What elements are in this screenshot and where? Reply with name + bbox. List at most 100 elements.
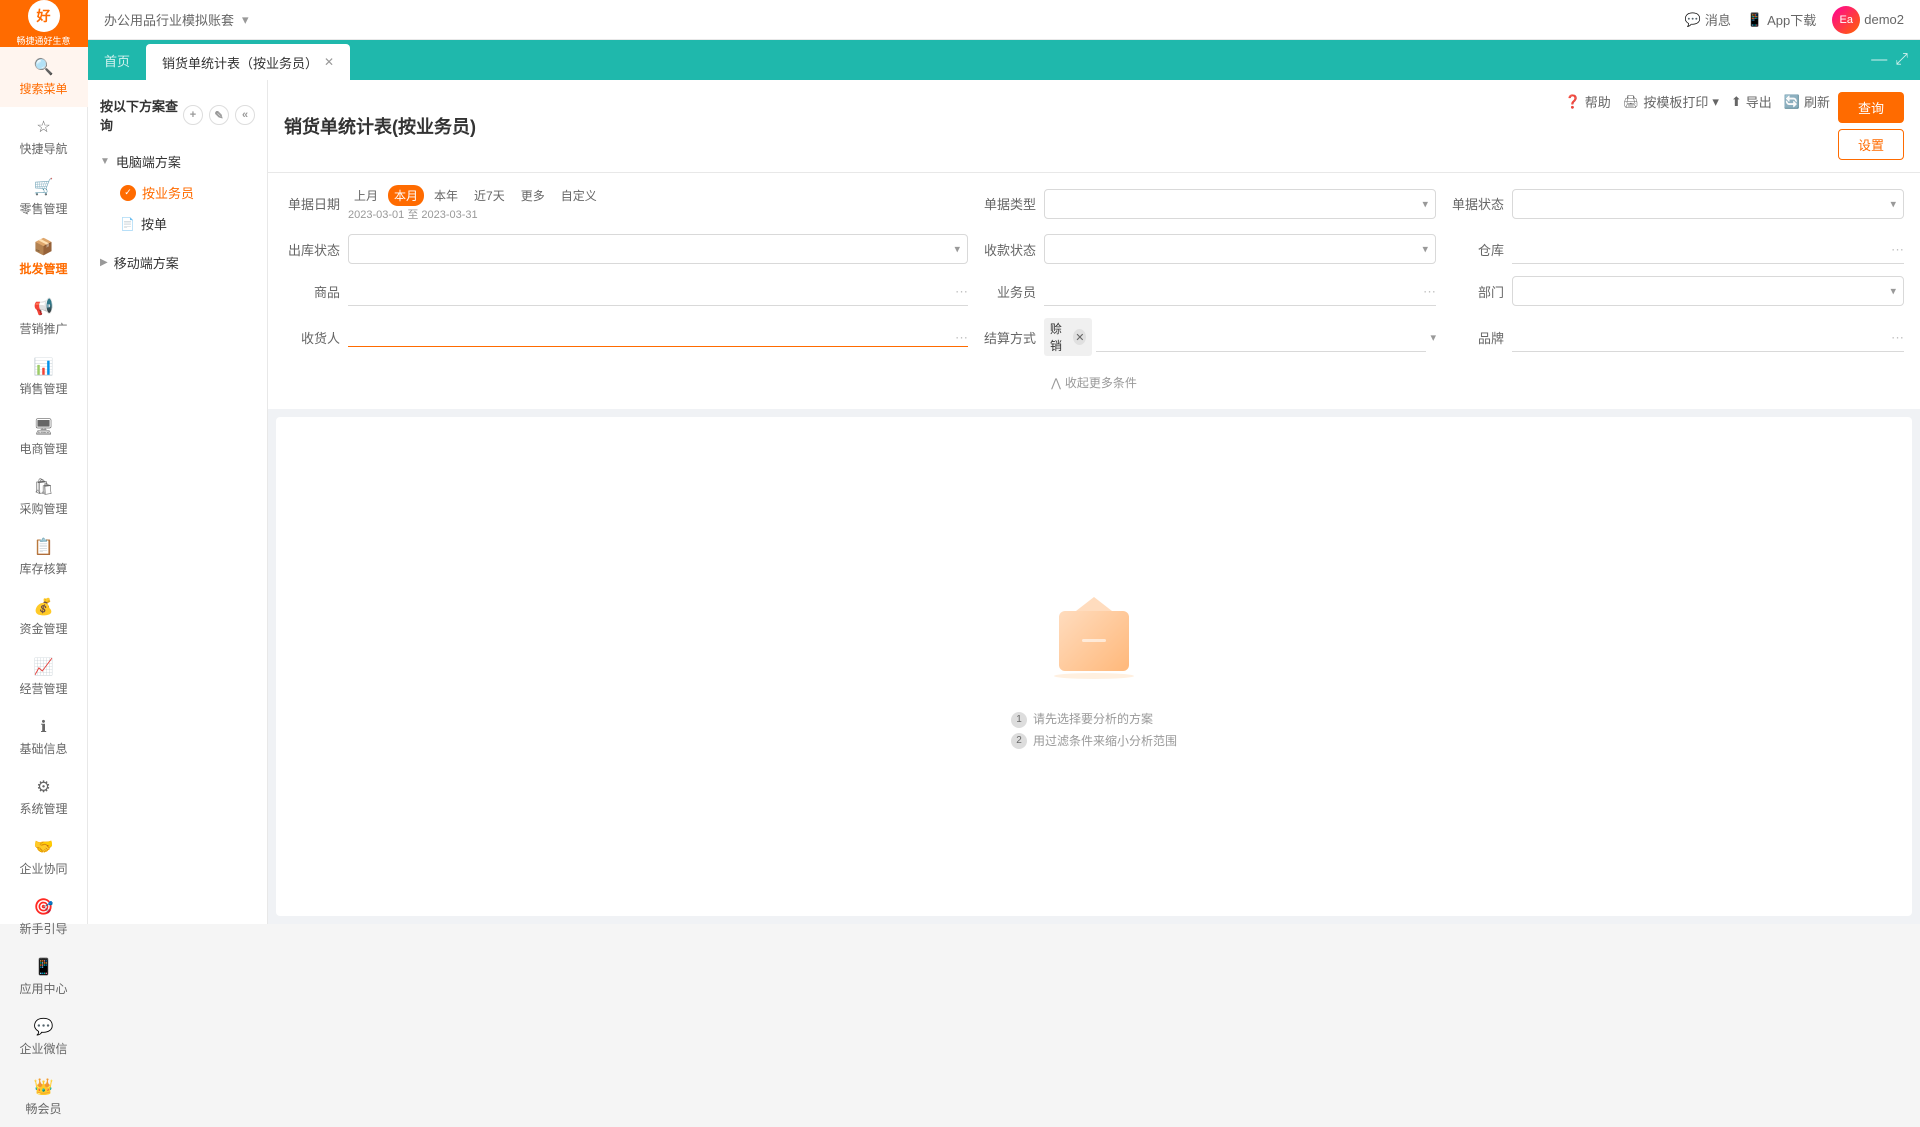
empty-state: 1 请先选择要分析的方案 2 用过滤条件来缩小分析范围 bbox=[276, 417, 1912, 916]
doc-status-select[interactable] bbox=[1512, 189, 1904, 219]
sidebar-item-operation[interactable]: 📈 经营管理 bbox=[0, 647, 88, 707]
sidebar-item-basic[interactable]: ℹ 基础信息 bbox=[0, 707, 88, 767]
sidebar-item-search[interactable]: 🔍 搜索菜单 bbox=[0, 47, 88, 107]
tree-child-by-order[interactable]: 📄 按单 bbox=[88, 208, 267, 239]
search-icon: 🔍 bbox=[34, 57, 54, 77]
workspace-dropdown-icon[interactable]: ▾ bbox=[242, 12, 249, 28]
doc-status-label: 单据状态 bbox=[1448, 194, 1504, 213]
logo-icon: 好 bbox=[28, 0, 60, 32]
settle-tag: 赊销 ✕ bbox=[1044, 318, 1092, 356]
tab-maximize-icon[interactable]: ⤢ bbox=[1895, 51, 1908, 69]
receiver-dots-icon: ··· bbox=[955, 330, 968, 345]
filter-doc-type: 单据类型 ▾ bbox=[980, 189, 1436, 219]
main-content: 办公用品行业模拟账套 ▾ 💬 消息 📱 App下载 Ea demo2 首页 销货… bbox=[88, 0, 1920, 924]
active-dot: ✓ bbox=[120, 185, 136, 201]
date-btn-more[interactable]: 更多 bbox=[515, 185, 551, 206]
settings-button[interactable]: 设置 bbox=[1838, 129, 1904, 160]
tab-sales-stats[interactable]: 销货单统计表（按业务员） ✕ bbox=[146, 44, 350, 80]
app-download-button[interactable]: 📱 App下载 bbox=[1747, 10, 1816, 29]
goods-dots-icon: ··· bbox=[955, 284, 968, 299]
date-btn-custom[interactable]: 自定义 bbox=[555, 185, 603, 206]
doc-status-wrapper: ▾ bbox=[1512, 189, 1904, 219]
purchase-icon: 🛍 bbox=[33, 477, 53, 497]
empty-step-2: 2 用过滤条件来缩小分析范围 bbox=[1011, 731, 1177, 753]
top-bar-right: 💬 消息 📱 App下载 Ea demo2 bbox=[1685, 6, 1904, 34]
warehouse-wrapper: ··· bbox=[1512, 234, 1904, 264]
sidebar-item-newuser[interactable]: 🎯 新手引导 bbox=[0, 887, 88, 947]
tree-parent-desktop[interactable]: ▼ 电脑端方案 bbox=[88, 146, 267, 177]
warehouse-select[interactable] bbox=[1512, 234, 1904, 264]
edit-scheme-button[interactable]: ✎ bbox=[209, 105, 229, 125]
sidebar-item-finance[interactable]: 💰 资金管理 bbox=[0, 587, 88, 647]
doc-type-select[interactable] bbox=[1044, 189, 1436, 219]
sidebar: 好 畅捷通好生意 🔍 搜索菜单 ☆ 快捷导航 🛒 零售管理 📦 批发管理 📢 营… bbox=[0, 0, 88, 924]
box-stripe bbox=[1082, 639, 1106, 642]
sidebar-item-wechat[interactable]: 💬 企业微信 bbox=[0, 1007, 88, 1067]
arrow-right-icon: ▶ bbox=[100, 257, 108, 268]
wechat-icon: 💬 bbox=[34, 1017, 54, 1037]
sidebar-item-appcenter[interactable]: 📱 应用中心 bbox=[0, 947, 88, 1007]
box-lid bbox=[1076, 597, 1112, 611]
out-status-select[interactable] bbox=[348, 234, 968, 264]
tree-parent-mobile[interactable]: ▶ 移动端方案 bbox=[88, 247, 267, 278]
message-button[interactable]: 💬 消息 bbox=[1685, 10, 1731, 29]
sidebar-item-ecommerce[interactable]: 🖥 电商管理 bbox=[0, 407, 88, 467]
date-input-wrapper: 上月 本月 本年 近7天 更多 自定义 2023-03-01 至 2023-03… bbox=[348, 185, 968, 222]
filter-brand: 品牌 ··· bbox=[1448, 322, 1904, 352]
filter-receiver: 收货人 ··· bbox=[284, 327, 968, 347]
top-bar: 办公用品行业模拟账套 ▾ 💬 消息 📱 App下载 Ea demo2 bbox=[88, 0, 1920, 40]
export-icon: ⬆ bbox=[1731, 94, 1742, 110]
sidebar-item-enterprise[interactable]: 🤝 企业协同 bbox=[0, 827, 88, 887]
print-dropdown-icon[interactable]: ▾ bbox=[1712, 94, 1719, 110]
settle-method-select[interactable] bbox=[1096, 322, 1426, 352]
salesman-input[interactable] bbox=[1044, 276, 1436, 306]
sidebar-item-marketing[interactable]: 📢 营销推广 bbox=[0, 287, 88, 347]
sidebar-item-purchase[interactable]: 🛍 采购管理 bbox=[0, 467, 88, 527]
department-select[interactable] bbox=[1512, 276, 1904, 306]
sidebar-item-wholesale[interactable]: 📦 批发管理 bbox=[0, 227, 88, 287]
brand-dots-icon: ··· bbox=[1891, 330, 1904, 345]
filter-row-1: 单据日期 上月 本月 本年 近7天 更多 自定义 2023-03-01 至 20… bbox=[284, 185, 1904, 222]
receiver-input[interactable] bbox=[348, 327, 968, 347]
print-button[interactable]: 🖨 按模板打印 ▾ bbox=[1623, 92, 1719, 111]
filter-goods: 商品 ··· bbox=[284, 276, 968, 306]
date-btn-this-month[interactable]: 本月 bbox=[388, 185, 424, 206]
add-scheme-button[interactable]: + bbox=[183, 105, 203, 125]
sidebar-item-retail[interactable]: 🛒 零售管理 bbox=[0, 167, 88, 227]
receipt-status-select[interactable] bbox=[1044, 234, 1436, 264]
collapse-icon: « bbox=[242, 109, 248, 121]
sidebar-item-sales[interactable]: 📊 销售管理 bbox=[0, 347, 88, 407]
refresh-icon: 🔄 bbox=[1784, 94, 1800, 110]
brand-input[interactable] bbox=[1512, 322, 1904, 352]
basic-icon: ℹ bbox=[40, 717, 46, 737]
collapse-more-button[interactable]: ⋀ 收起更多条件 bbox=[284, 368, 1904, 397]
tree-child-by-salesman[interactable]: ✓ 按业务员 bbox=[88, 177, 267, 208]
sidebar-item-member[interactable]: 👑 畅会员 bbox=[0, 1067, 88, 1127]
department-wrapper: ▾ bbox=[1512, 276, 1904, 306]
filter-salesman: 业务员 ··· bbox=[980, 276, 1436, 306]
query-button[interactable]: 查询 bbox=[1838, 92, 1904, 123]
tab-home[interactable]: 首页 bbox=[88, 40, 146, 80]
sidebar-item-shortcut[interactable]: ☆ 快捷导航 bbox=[0, 107, 88, 167]
logo-text: 畅捷通好生意 bbox=[16, 34, 70, 47]
collapse-panel-button[interactable]: « bbox=[235, 105, 255, 125]
tab-close-icon[interactable]: ✕ bbox=[324, 55, 334, 69]
help-button[interactable]: ❓ 帮助 bbox=[1565, 92, 1611, 111]
receipt-status-label: 收款状态 bbox=[980, 240, 1036, 259]
tab-minimize-icon[interactable]: — bbox=[1871, 51, 1887, 69]
date-btn-last-month[interactable]: 上月 bbox=[348, 185, 384, 206]
date-btn-this-year[interactable]: 本年 bbox=[428, 185, 464, 206]
date-options: 上月 本月 本年 近7天 更多 自定义 bbox=[348, 185, 968, 206]
export-button[interactable]: ⬆ 导出 bbox=[1731, 92, 1772, 111]
sidebar-item-inventory[interactable]: 📋 库存核算 bbox=[0, 527, 88, 587]
app-logo[interactable]: 好 畅捷通好生意 bbox=[0, 0, 88, 47]
user-menu[interactable]: Ea demo2 bbox=[1832, 6, 1904, 34]
goods-input[interactable] bbox=[348, 276, 968, 306]
settle-tag-close[interactable]: ✕ bbox=[1073, 329, 1086, 345]
refresh-button[interactable]: 🔄 刷新 bbox=[1784, 92, 1830, 111]
top-bar-left: 办公用品行业模拟账套 ▾ bbox=[104, 10, 249, 29]
doc-type-label: 单据类型 bbox=[980, 194, 1036, 213]
filter-out-status: 出库状态 ▾ bbox=[284, 234, 968, 264]
sidebar-item-system[interactable]: ⚙ 系统管理 bbox=[0, 767, 88, 827]
date-btn-7days[interactable]: 近7天 bbox=[468, 185, 511, 206]
